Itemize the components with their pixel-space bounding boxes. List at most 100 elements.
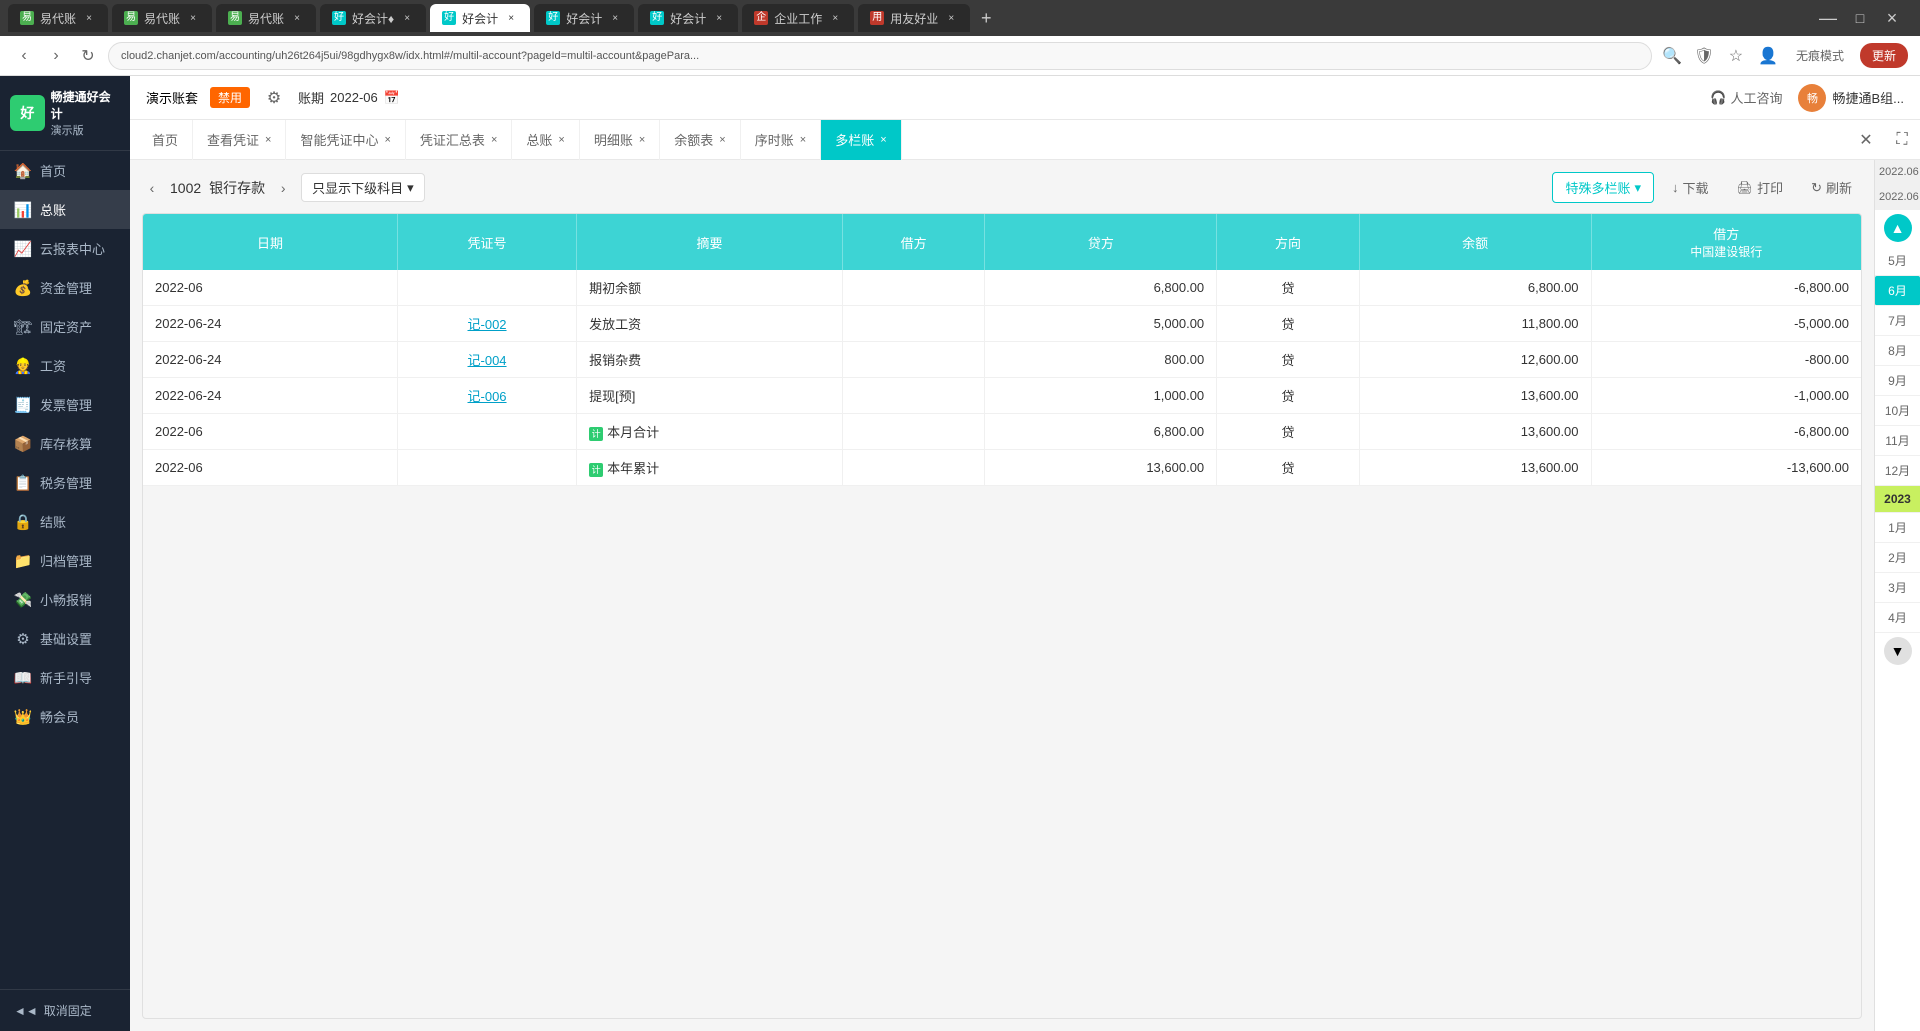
- tab-close-9[interactable]: ×: [944, 11, 958, 25]
- tab-close-view-voucher[interactable]: ×: [265, 134, 271, 146]
- tab-haokuaiji-2[interactable]: 好 好会计 ×: [534, 4, 634, 32]
- sidebar-item-inventory[interactable]: 📦 库存核算: [0, 424, 130, 463]
- tab-sequence-ledger[interactable]: 序时账 ×: [741, 120, 821, 160]
- tab-close-6[interactable]: ×: [608, 11, 622, 25]
- tab-close-sequence-ledger[interactable]: ×: [800, 134, 806, 146]
- tab-view-voucher[interactable]: 查看凭证 ×: [193, 120, 286, 160]
- cell-voucher-3[interactable]: 记-006: [398, 378, 577, 414]
- tab-haokuaiji-3[interactable]: 好 好会计 ×: [638, 4, 738, 32]
- tab-general-ledger[interactable]: 总账 ×: [512, 120, 579, 160]
- sidebar-item-home[interactable]: 🏠 首页: [0, 151, 130, 190]
- prev-account-button[interactable]: ‹: [142, 178, 162, 198]
- sidebar-item-archive[interactable]: 📁 归档管理: [0, 541, 130, 580]
- star-icon[interactable]: ☆: [1724, 44, 1748, 68]
- time-apr[interactable]: 4月: [1875, 603, 1920, 633]
- sidebar-item-payroll[interactable]: 👷 工资: [0, 346, 130, 385]
- sidebar-item-invoice[interactable]: 🧾 发票管理: [0, 385, 130, 424]
- time-feb[interactable]: 2月: [1875, 543, 1920, 573]
- tab-close-general-ledger[interactable]: ×: [558, 134, 564, 146]
- unpin-button[interactable]: ◄◄ 取消固定: [14, 1002, 116, 1019]
- tab-close-voucher-summary[interactable]: ×: [491, 134, 497, 146]
- time-june[interactable]: 6月: [1875, 276, 1920, 306]
- shield-icon[interactable]: 🛡: [1692, 44, 1716, 68]
- close-tab-icon[interactable]: ✕: [1848, 120, 1884, 160]
- expand-tab-icon[interactable]: ⛶: [1884, 120, 1920, 160]
- tab-yidazhang-1[interactable]: 易 易代账 ×: [8, 4, 108, 32]
- tab-close-multi-column[interactable]: ×: [880, 134, 886, 146]
- sidebar-item-expense[interactable]: 💸 小畅报销: [0, 580, 130, 619]
- download-button[interactable]: ↓ 下载: [1662, 173, 1719, 202]
- forward-button[interactable]: ›: [44, 44, 68, 68]
- tab-home[interactable]: 首页: [138, 120, 193, 160]
- consult-button[interactable]: 🎧 人工咨询: [1710, 88, 1782, 107]
- wuhen-mode-button[interactable]: 无痕模式: [1788, 43, 1852, 68]
- maximize-button[interactable]: □: [1848, 6, 1872, 30]
- time-year-2023[interactable]: 2023: [1875, 486, 1920, 513]
- sidebar-item-finance[interactable]: 💰 资金管理: [0, 268, 130, 307]
- sidebar-item-reports[interactable]: 📈 云报表中心: [0, 229, 130, 268]
- time-jan[interactable]: 1月: [1875, 513, 1920, 543]
- filter-dropdown[interactable]: 只显示下级科目 ▾: [301, 173, 425, 202]
- back-button[interactable]: ‹: [12, 44, 36, 68]
- tab-close-7[interactable]: ×: [712, 11, 726, 25]
- special-multi-button[interactable]: 特殊多栏账 ▾: [1552, 172, 1654, 203]
- sidebar-item-guide[interactable]: 📖 新手引导: [0, 658, 130, 697]
- profile-icon[interactable]: 👤: [1756, 44, 1780, 68]
- new-tab-button[interactable]: +: [974, 6, 998, 30]
- update-button[interactable]: 更新: [1860, 43, 1908, 68]
- sidebar-item-tax[interactable]: 📋 税务管理: [0, 463, 130, 502]
- tab-haokuaiji-1[interactable]: 好 好会计♦ ×: [320, 4, 426, 32]
- time-nov[interactable]: 11月: [1875, 426, 1920, 456]
- voucher-link-1[interactable]: 记-002: [468, 317, 507, 332]
- tab-youyou[interactable]: 用 用友好业 ×: [858, 4, 970, 32]
- tab-yidazhang-3[interactable]: 易 易代账 ×: [216, 4, 316, 32]
- time-july[interactable]: 7月: [1875, 306, 1920, 336]
- time-oct[interactable]: 10月: [1875, 396, 1920, 426]
- sidebar-item-ledger[interactable]: 📊 总账: [0, 190, 130, 229]
- close-button[interactable]: ×: [1880, 6, 1904, 30]
- tab-detail-ledger[interactable]: 明细账 ×: [580, 120, 660, 160]
- sidebar-item-settings[interactable]: ⚙ 基础设置: [0, 619, 130, 658]
- tab-close-1[interactable]: ×: [82, 11, 96, 25]
- tab-close-smart-voucher[interactable]: ×: [384, 134, 390, 146]
- search-icon[interactable]: 🔍: [1660, 44, 1684, 68]
- minimize-button[interactable]: —: [1816, 6, 1840, 30]
- refresh-ledger-button[interactable]: ↻ 刷新: [1801, 173, 1862, 202]
- scroll-up-button[interactable]: ▲: [1884, 214, 1912, 242]
- print-button[interactable]: 🖨 打印: [1727, 173, 1794, 202]
- next-account-button[interactable]: ›: [273, 178, 293, 198]
- tab-close-8[interactable]: ×: [828, 11, 842, 25]
- calendar-icon[interactable]: 📅: [384, 90, 400, 106]
- tab-close-3[interactable]: ×: [290, 11, 304, 25]
- refresh-nav-button[interactable]: ↻: [76, 44, 100, 68]
- settings-gear-icon[interactable]: ⚙: [262, 86, 286, 110]
- tab-haokuaiji-active[interactable]: 好 好会计 ×: [430, 4, 530, 32]
- tab-close-balance-sheet[interactable]: ×: [719, 134, 725, 146]
- tab-close-detail-ledger[interactable]: ×: [639, 134, 645, 146]
- time-mar[interactable]: 3月: [1875, 573, 1920, 603]
- tab-voucher-summary[interactable]: 凭证汇总表 ×: [406, 120, 512, 160]
- tab-smart-voucher[interactable]: 智能凭证中心 ×: [286, 120, 405, 160]
- col-extra: 借方 中国建设银行: [1591, 214, 1861, 270]
- scroll-down-button[interactable]: ▼: [1884, 637, 1912, 665]
- sidebar-item-assets[interactable]: 🏗 固定资产: [0, 307, 130, 346]
- cell-voucher-2[interactable]: 记-004: [398, 342, 577, 378]
- tab-close-4[interactable]: ×: [400, 11, 414, 25]
- voucher-link-3[interactable]: 记-006: [468, 389, 507, 404]
- time-may[interactable]: 5月: [1875, 246, 1920, 276]
- user-name: 畅捷通B组...: [1832, 88, 1904, 107]
- cell-voucher-1[interactable]: 记-002: [398, 306, 577, 342]
- voucher-link-2[interactable]: 记-004: [468, 353, 507, 368]
- sidebar-item-member[interactable]: 👑 畅会员: [0, 697, 130, 736]
- tab-multi-column[interactable]: 多栏账 ×: [821, 120, 901, 160]
- tab-close-5[interactable]: ×: [504, 11, 518, 25]
- tab-close-2[interactable]: ×: [186, 11, 200, 25]
- time-dec[interactable]: 12月: [1875, 456, 1920, 486]
- time-aug[interactable]: 8月: [1875, 336, 1920, 366]
- tab-balance-sheet[interactable]: 余额表 ×: [660, 120, 740, 160]
- url-bar[interactable]: cloud2.chanjet.com/accounting/uh26t264j5…: [108, 42, 1652, 70]
- tab-enterprise[interactable]: 企 企业工作 ×: [742, 4, 854, 32]
- time-sep[interactable]: 9月: [1875, 366, 1920, 396]
- sidebar-item-closing[interactable]: 🔒 结账: [0, 502, 130, 541]
- tab-yidazhang-2[interactable]: 易 易代账 ×: [112, 4, 212, 32]
